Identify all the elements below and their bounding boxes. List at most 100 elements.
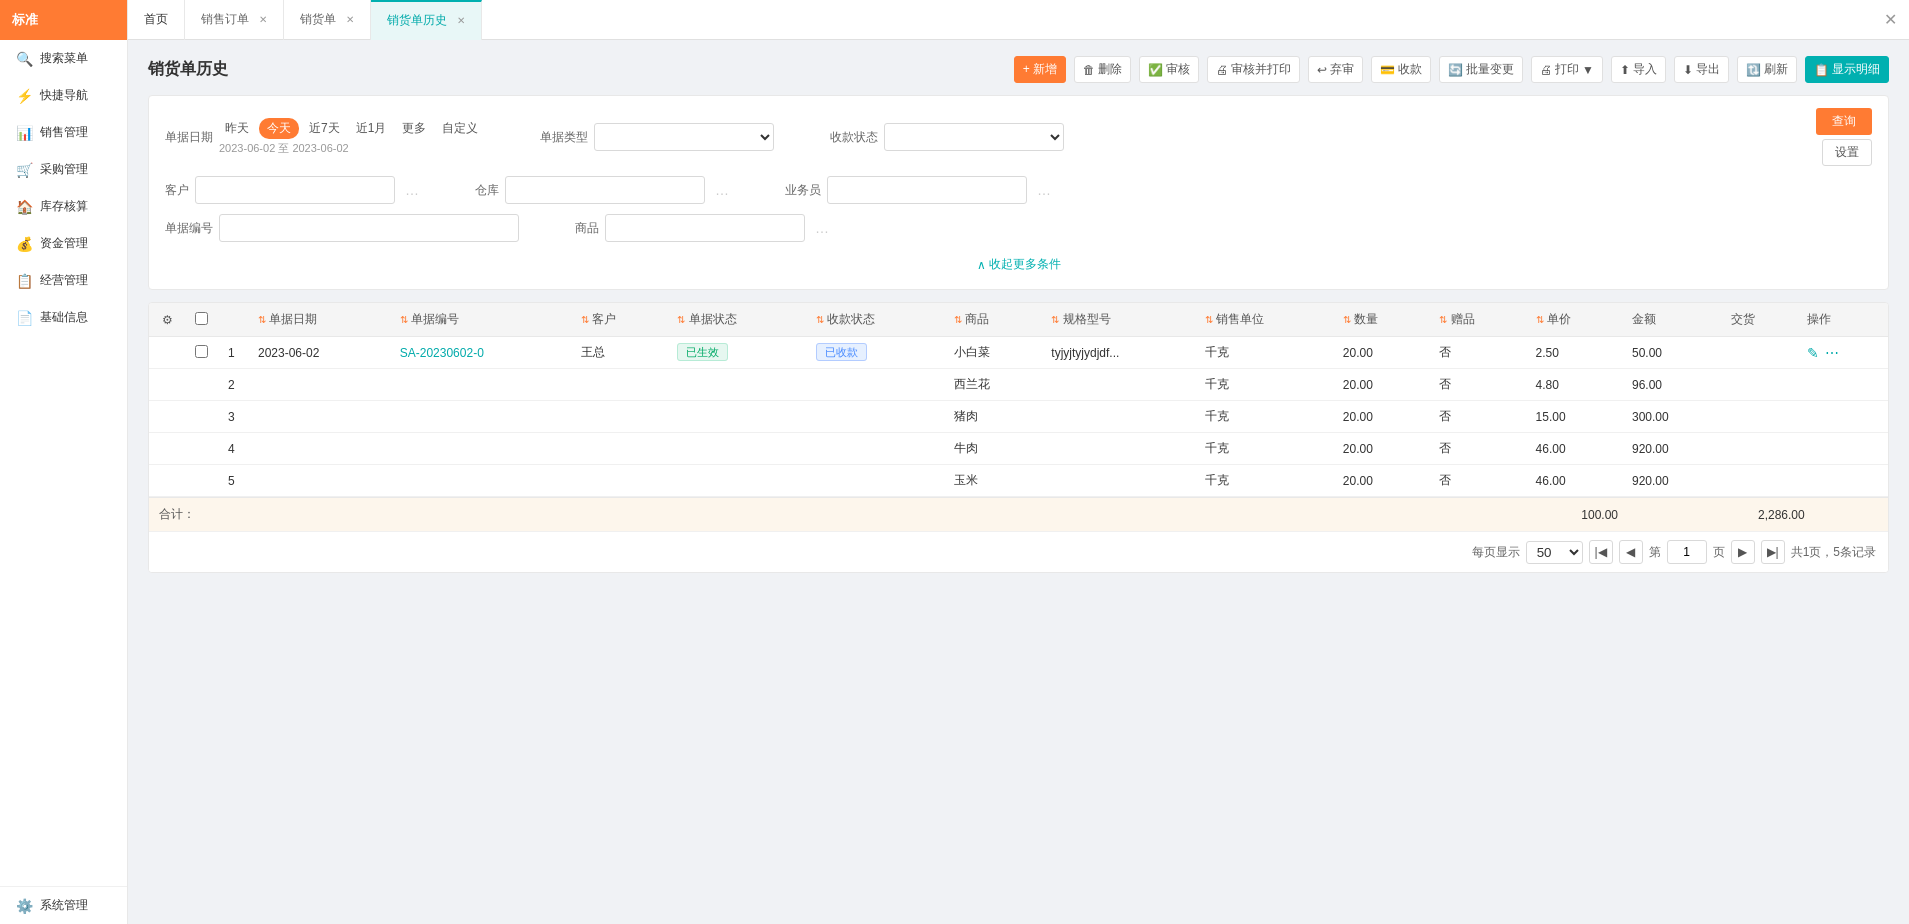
tab-sales-order-label: 销售订单: [201, 11, 249, 28]
row-doc-status: [667, 433, 805, 465]
last7-btn[interactable]: 近7天: [303, 118, 346, 139]
tab-close-sales-order[interactable]: ✕: [259, 14, 267, 25]
more-action-icon[interactable]: ⋯: [1825, 345, 1839, 361]
collapse-button[interactable]: ∧ 收起更多条件: [165, 252, 1872, 277]
yesterday-btn[interactable]: 昨天: [219, 118, 255, 139]
tab-sales-history[interactable]: 销货单历史 ✕: [371, 0, 482, 40]
last-page-button[interactable]: ▶|: [1761, 540, 1785, 564]
col-gift[interactable]: ⇅ 赠品: [1429, 303, 1525, 337]
query-button[interactable]: 查询: [1816, 108, 1872, 135]
row-unit: 千克: [1195, 465, 1333, 497]
refresh-button[interactable]: 🔃 刷新: [1737, 56, 1797, 83]
sidebar-item-basic-info[interactable]: 📄 基础信息: [0, 299, 127, 336]
col-goods[interactable]: ⇅ 商品: [944, 303, 1042, 337]
col-settings[interactable]: ⚙: [149, 303, 185, 337]
row-actions: [1797, 465, 1888, 497]
page-suffix: 页: [1713, 544, 1725, 561]
custom-btn[interactable]: 自定义: [436, 118, 484, 139]
customer-input[interactable]: [195, 176, 395, 204]
audit-print-button[interactable]: 🖨 审核并打印: [1207, 56, 1300, 83]
col-spec[interactable]: ⇅ 规格型号: [1041, 303, 1194, 337]
trash-icon: 🗑: [1083, 63, 1095, 77]
col-doc-number[interactable]: ⇅ 单据编号: [390, 303, 571, 337]
collect-button[interactable]: 💳 收款: [1371, 56, 1431, 83]
first-page-button[interactable]: |◀: [1589, 540, 1613, 564]
sidebar-item-sys-mgmt[interactable]: ⚙️ 系统管理: [0, 886, 127, 924]
next-page-button[interactable]: ▶: [1731, 540, 1755, 564]
row-checkbox[interactable]: [195, 345, 208, 358]
data-table: ⚙ ⇅ 单据日期 ⇅ 单据编号: [149, 303, 1888, 497]
sidebar-item-search-menu[interactable]: 🔍 搜索菜单: [0, 40, 127, 77]
tab-home[interactable]: 首页: [128, 0, 185, 40]
page-size-label: 每页显示: [1472, 544, 1520, 561]
more-btn[interactable]: 更多: [396, 118, 432, 139]
audit-button[interactable]: ✅ 审核: [1139, 56, 1199, 83]
row-checkbox-cell[interactable]: [185, 337, 218, 369]
import-button[interactable]: ⬆ 导入: [1611, 56, 1666, 83]
print-button[interactable]: 🖨 打印 ▼: [1531, 56, 1603, 83]
export-button[interactable]: ⬇ 导出: [1674, 56, 1729, 83]
doc-number-link[interactable]: SA-20230602-0: [400, 346, 484, 360]
sidebar-item-finance[interactable]: 💰 资金管理: [0, 225, 127, 262]
col-doc-status[interactable]: ⇅ 单据状态: [667, 303, 805, 337]
sidebar-item-sales-mgmt[interactable]: 📊 销售管理: [0, 114, 127, 151]
customer-label: 客户: [165, 182, 189, 199]
doc-number-field: 单据编号: [165, 214, 519, 242]
last1m-btn[interactable]: 近1月: [350, 118, 393, 139]
col-unit[interactable]: ⇅ 销售单位: [1195, 303, 1333, 337]
warehouse-browse-icon[interactable]: …: [715, 182, 729, 198]
collect-status-select[interactable]: [884, 123, 1064, 151]
table-card: ⚙ ⇅ 单据日期 ⇅ 单据编号: [148, 302, 1889, 573]
sidebar-item-label: 经营管理: [40, 272, 88, 289]
row-checkbox-cell[interactable]: [185, 433, 218, 465]
tab-sales-order[interactable]: 销售订单 ✕: [185, 0, 284, 40]
goods-browse-icon[interactable]: …: [815, 220, 829, 236]
sidebar-item-quick-nav[interactable]: ⚡ 快捷导航: [0, 77, 127, 114]
batch-change-button[interactable]: 🔄 批量变更: [1439, 56, 1523, 83]
doc-number-input[interactable]: [219, 214, 519, 242]
page-size-select[interactable]: 50 100 200: [1526, 541, 1583, 564]
tab-close-sales-delivery[interactable]: ✕: [346, 14, 354, 25]
salesperson-browse-icon[interactable]: …: [1037, 182, 1051, 198]
col-qty[interactable]: ⇅ 数量: [1333, 303, 1429, 337]
row-qty: 20.00: [1333, 337, 1429, 369]
row-gift: 否: [1429, 337, 1525, 369]
goods-input[interactable]: [605, 214, 805, 242]
doc-icon: 📄: [16, 310, 32, 326]
warehouse-input[interactable]: [505, 176, 705, 204]
row-spec: tyjyjtyjydjdf...: [1041, 337, 1194, 369]
today-btn[interactable]: 今天: [259, 118, 299, 139]
row-qty: 20.00: [1333, 465, 1429, 497]
customer-browse-icon[interactable]: …: [405, 182, 419, 198]
row-checkbox-cell[interactable]: [185, 401, 218, 433]
tab-close-sales-history[interactable]: ✕: [457, 15, 465, 26]
col-checkbox[interactable]: [185, 303, 218, 337]
page-number-input[interactable]: [1667, 540, 1707, 564]
tab-close-all[interactable]: ✕: [1872, 10, 1909, 29]
setting-button[interactable]: 设置: [1822, 139, 1872, 166]
col-rownum: [218, 303, 248, 337]
col-customer[interactable]: ⇅ 客户: [571, 303, 667, 337]
sidebar-item-purchase-mgmt[interactable]: 🛒 采购管理: [0, 151, 127, 188]
new-button[interactable]: + 新增: [1014, 56, 1066, 83]
col-price[interactable]: ⇅ 单价: [1526, 303, 1622, 337]
sidebar-item-inventory[interactable]: 🏠 库存核算: [0, 188, 127, 225]
doc-type-select[interactable]: [594, 123, 774, 151]
show-detail-button[interactable]: 📋 显示明细: [1805, 56, 1889, 83]
col-collect-status[interactable]: ⇅ 收款状态: [806, 303, 944, 337]
sidebar: 标准 🔍 搜索菜单 ⚡ 快捷导航 📊 销售管理 🛒 采购管理 🏠 库存核算 💰 …: [0, 0, 128, 924]
delete-button[interactable]: 🗑 删除: [1074, 56, 1131, 83]
audit-print-icon: 🖨: [1216, 63, 1228, 77]
edit-icon[interactable]: ✎: [1807, 345, 1819, 361]
prev-page-button[interactable]: ◀: [1619, 540, 1643, 564]
select-all-checkbox[interactable]: [195, 312, 208, 325]
col-doc-date[interactable]: ⇅ 单据日期: [248, 303, 390, 337]
row-checkbox-cell[interactable]: [185, 369, 218, 401]
abandon-button[interactable]: ↩ 弃审: [1308, 56, 1363, 83]
sidebar-item-operations[interactable]: 📋 经营管理: [0, 262, 127, 299]
table-scroll[interactable]: ⚙ ⇅ 单据日期 ⇅ 单据编号: [149, 303, 1888, 497]
salesperson-input[interactable]: [827, 176, 1027, 204]
tab-sales-delivery[interactable]: 销货单 ✕: [284, 0, 371, 40]
row-checkbox-cell[interactable]: [185, 465, 218, 497]
col-actions: 操作: [1797, 303, 1888, 337]
